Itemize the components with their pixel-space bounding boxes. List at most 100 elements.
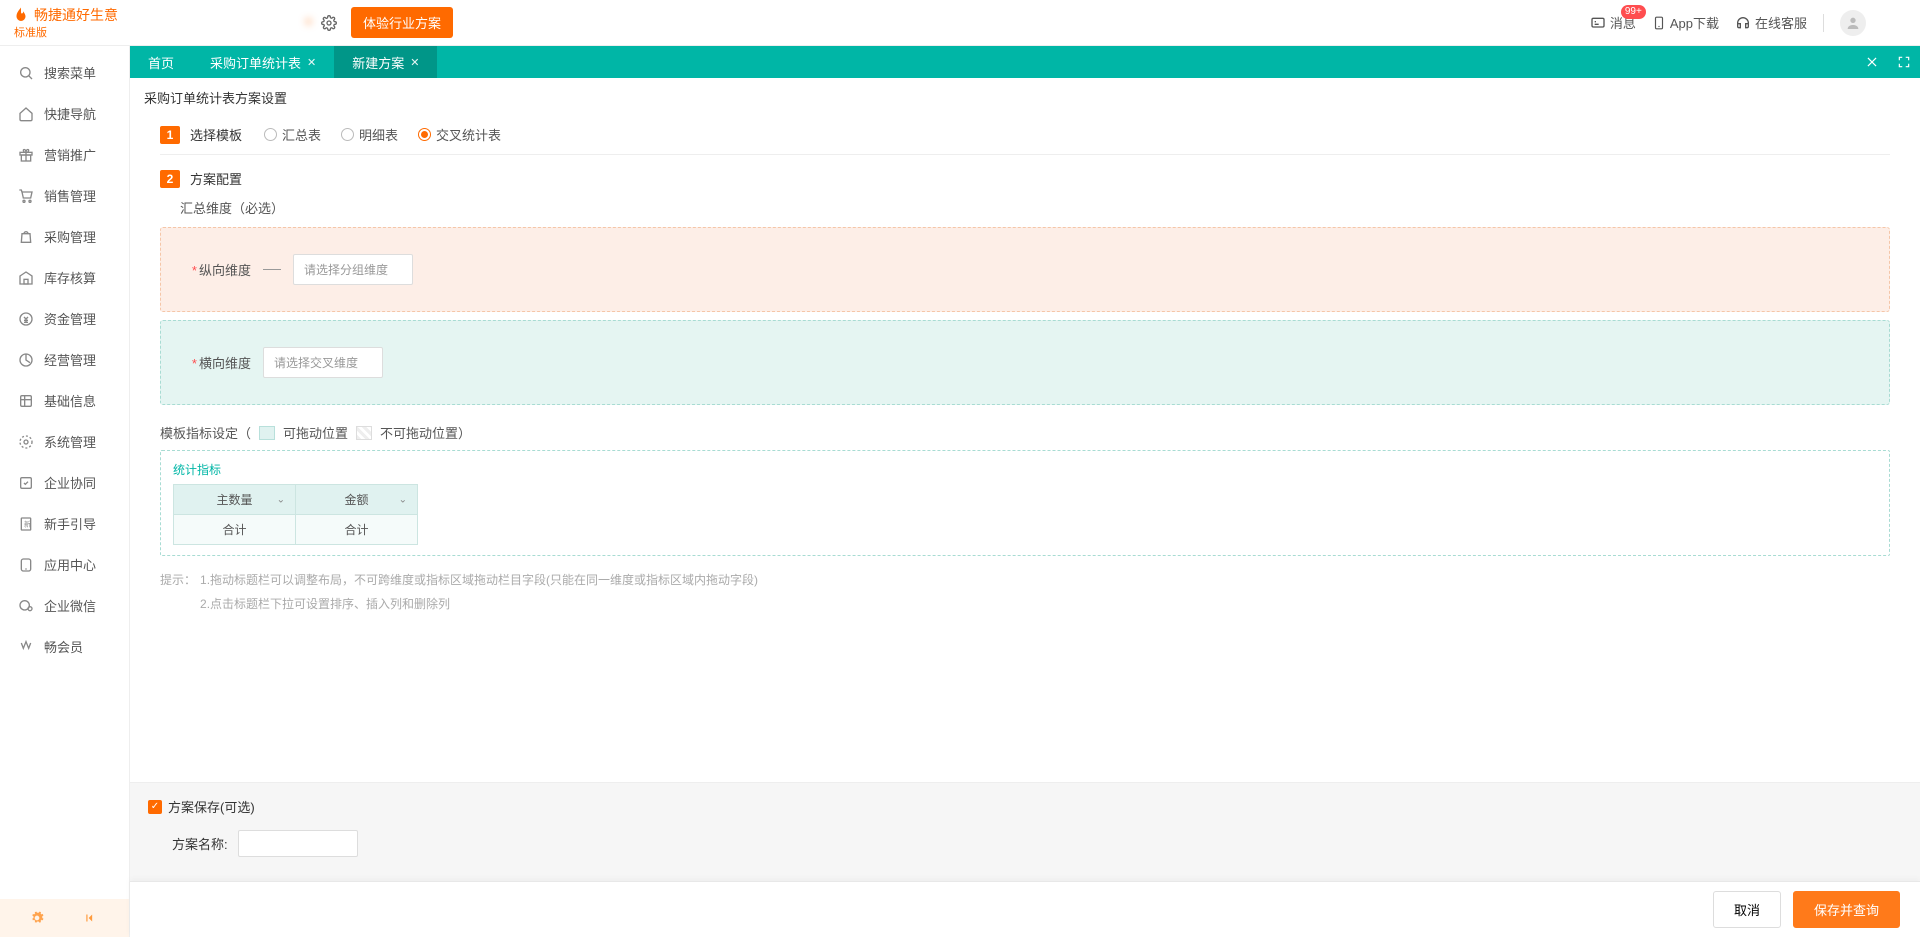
sidebar-item-quicknav[interactable]: 快捷导航 — [0, 93, 129, 134]
fullscreen-icon — [1897, 55, 1911, 69]
company-selector[interactable]: ▾ — [132, 13, 311, 32]
user-avatar[interactable] — [1840, 10, 1866, 36]
tab-home[interactable]: 首页 — [130, 46, 192, 78]
collab-icon — [18, 475, 34, 491]
legend-nondraggable-label: 不可拖动位置） — [380, 423, 471, 442]
horizontal-dimension-input[interactable]: 请选择交叉维度 — [263, 347, 383, 378]
sidebar-item-basedata[interactable]: 基础信息 — [0, 380, 129, 421]
divider — [1823, 14, 1824, 32]
indicator-cell-total: 合计 — [174, 515, 296, 545]
template-radio-group: 汇总表 明细表 交叉统计表 — [264, 125, 501, 144]
legend-draggable-icon — [259, 426, 275, 440]
indicator-legend-row: 模板指标设定（ 可拖动位置 不可拖动位置） — [160, 423, 1890, 442]
tab-label: 新建方案 — [352, 53, 404, 72]
sidebar-item-system[interactable]: 系统管理 — [0, 421, 129, 462]
sidebar-item-business[interactable]: 经营管理 — [0, 339, 129, 380]
tab-new-plan[interactable]: 新建方案 ✕ — [334, 46, 437, 78]
coin-icon — [18, 311, 34, 327]
sidebar-item-inventory[interactable]: 库存核算 — [0, 257, 129, 298]
sidebar-item-appcenter[interactable]: 应用中心 — [0, 544, 129, 585]
tab-purchase-stats[interactable]: 采购订单统计表 ✕ — [192, 46, 334, 78]
sidebar-label: 搜索菜单 — [44, 63, 96, 82]
horizontal-dimension-label: *横向维度 — [191, 353, 251, 372]
radio-label: 交叉统计表 — [436, 125, 501, 144]
sidebar-label: 采购管理 — [44, 227, 96, 246]
main-area: 首页 采购订单统计表 ✕ 新建方案 ✕ 采购订单统计表方案设置 1 选择模板 汇总表… — [130, 46, 1920, 937]
home-icon — [18, 106, 34, 122]
footer-gear-button[interactable] — [30, 911, 44, 925]
logo-subtitle: 标准版 — [14, 24, 47, 40]
legend-nondraggable-icon — [356, 426, 372, 440]
logo-block: 畅捷通好生意 标准版 — [12, 5, 118, 40]
checkbox-checked-icon[interactable]: ✓ — [148, 800, 162, 814]
guide-icon: 新 — [18, 516, 34, 532]
tab-close-all-button[interactable] — [1856, 46, 1888, 78]
warehouse-icon — [18, 270, 34, 286]
hint-2: 2.点击标题栏下拉可设置排序、插入列和删除列 — [200, 597, 450, 611]
content-panel: 采购订单统计表方案设置 1 选择模板 汇总表 明细表 交叉统计表 2 方案配置 — [130, 78, 1920, 937]
settings-button[interactable] — [321, 15, 337, 31]
cancel-button[interactable]: 取消 — [1713, 891, 1781, 928]
sidebar-menu: 搜索菜单 快捷导航 营销推广 销售管理 采购管理 库存核算 资金管理 经营管理 … — [0, 46, 129, 899]
indicator-panel: 统计指标 主数量⌄ 金额⌄ 合计 合计 — [160, 450, 1890, 556]
dimension-section-label: 汇总维度（必选） — [180, 198, 1890, 217]
radio-cross[interactable]: 交叉统计表 — [418, 125, 501, 144]
radio-detail[interactable]: 明细表 — [341, 125, 398, 144]
tab-bar: 首页 采购订单统计表 ✕ 新建方案 ✕ — [130, 46, 1920, 78]
header-right: 消息 99+ App下载 在线客服 — [1590, 10, 1908, 36]
indicator-col-amount[interactable]: 金额⌄ — [296, 485, 418, 515]
user-name — [1882, 13, 1908, 32]
save-query-button[interactable]: 保存并查询 — [1793, 891, 1900, 928]
sidebar-item-sales[interactable]: 销售管理 — [0, 175, 129, 216]
sidebar-label: 畅会员 — [44, 637, 83, 656]
message-icon — [1590, 15, 1606, 31]
sidebar-item-collab[interactable]: 企业协同 — [0, 462, 129, 503]
app-download-button[interactable]: App下载 — [1652, 13, 1719, 32]
online-service-button[interactable]: 在线客服 — [1735, 13, 1807, 32]
chevron-down-icon: ▾ — [306, 17, 311, 28]
close-icon[interactable]: ✕ — [410, 56, 419, 69]
logo-text: 畅捷通好生意 — [34, 5, 118, 25]
sidebar-item-guide[interactable]: 新新手引导 — [0, 503, 129, 544]
close-icon[interactable]: ✕ — [307, 56, 316, 69]
wecom-icon — [18, 598, 34, 614]
sidebar-label: 应用中心 — [44, 555, 96, 574]
vertical-dimension-input[interactable]: 请选择分组维度 — [293, 254, 413, 285]
step1-label: 选择模板 — [190, 125, 242, 144]
sidebar-label: 营销推广 — [44, 145, 96, 164]
radio-label: 汇总表 — [282, 125, 321, 144]
messages-button[interactable]: 消息 99+ — [1590, 13, 1636, 32]
tab-label: 首页 — [148, 53, 174, 72]
sidebar-item-search[interactable]: 搜索菜单 — [0, 52, 129, 93]
sidebar-label: 库存核算 — [44, 268, 96, 287]
step1-row: 1 选择模板 汇总表 明细表 交叉统计表 — [160, 125, 1890, 144]
sidebar-item-purchase[interactable]: 采购管理 — [0, 216, 129, 257]
hint-label: 提示： — [160, 573, 196, 587]
dash-icon — [263, 269, 281, 270]
indicator-table: 主数量⌄ 金额⌄ 合计 合计 — [173, 484, 418, 545]
sidebar-item-member[interactable]: 畅会员 — [0, 626, 129, 667]
plan-name-input[interactable] — [238, 830, 358, 857]
plan-name-row: 方案名称: — [172, 830, 1902, 857]
sidebar-item-wecom[interactable]: 企业微信 — [0, 585, 129, 626]
user-icon — [1845, 15, 1861, 31]
sidebar-label: 经营管理 — [44, 350, 96, 369]
tab-label: 采购订单统计表 — [210, 53, 301, 72]
radio-summary[interactable]: 汇总表 — [264, 125, 321, 144]
sidebar-item-marketing[interactable]: 营销推广 — [0, 134, 129, 175]
indicator-col-qty[interactable]: 主数量⌄ — [174, 485, 296, 515]
hints-block: 提示：1.拖动标题栏可以调整布局，不可跨维度或指标区域拖动栏目字段(只能在同一维… — [160, 568, 1890, 616]
tab-fullscreen-button[interactable] — [1888, 46, 1920, 78]
col-label: 主数量 — [216, 493, 252, 507]
app-header: 畅捷通好生意 标准版 ▾ 体验行业方案 消息 99+ App下载 在线客服 — [0, 0, 1920, 46]
horizontal-dimension-box: *横向维度 请选择交叉维度 — [160, 320, 1890, 405]
sidebar-label: 企业协同 — [44, 473, 96, 492]
cta-button[interactable]: 体验行业方案 — [351, 7, 453, 38]
plan-name-label: 方案名称: — [172, 834, 228, 853]
save-checkbox-row[interactable]: ✓ 方案保存(可选) — [148, 797, 1902, 816]
footer-collapse-button[interactable] — [83, 911, 99, 925]
step-number-1: 1 — [160, 126, 180, 144]
sidebar-item-finance[interactable]: 资金管理 — [0, 298, 129, 339]
step2-row: 2 方案配置 — [160, 169, 1890, 188]
headset-icon — [1735, 15, 1751, 31]
